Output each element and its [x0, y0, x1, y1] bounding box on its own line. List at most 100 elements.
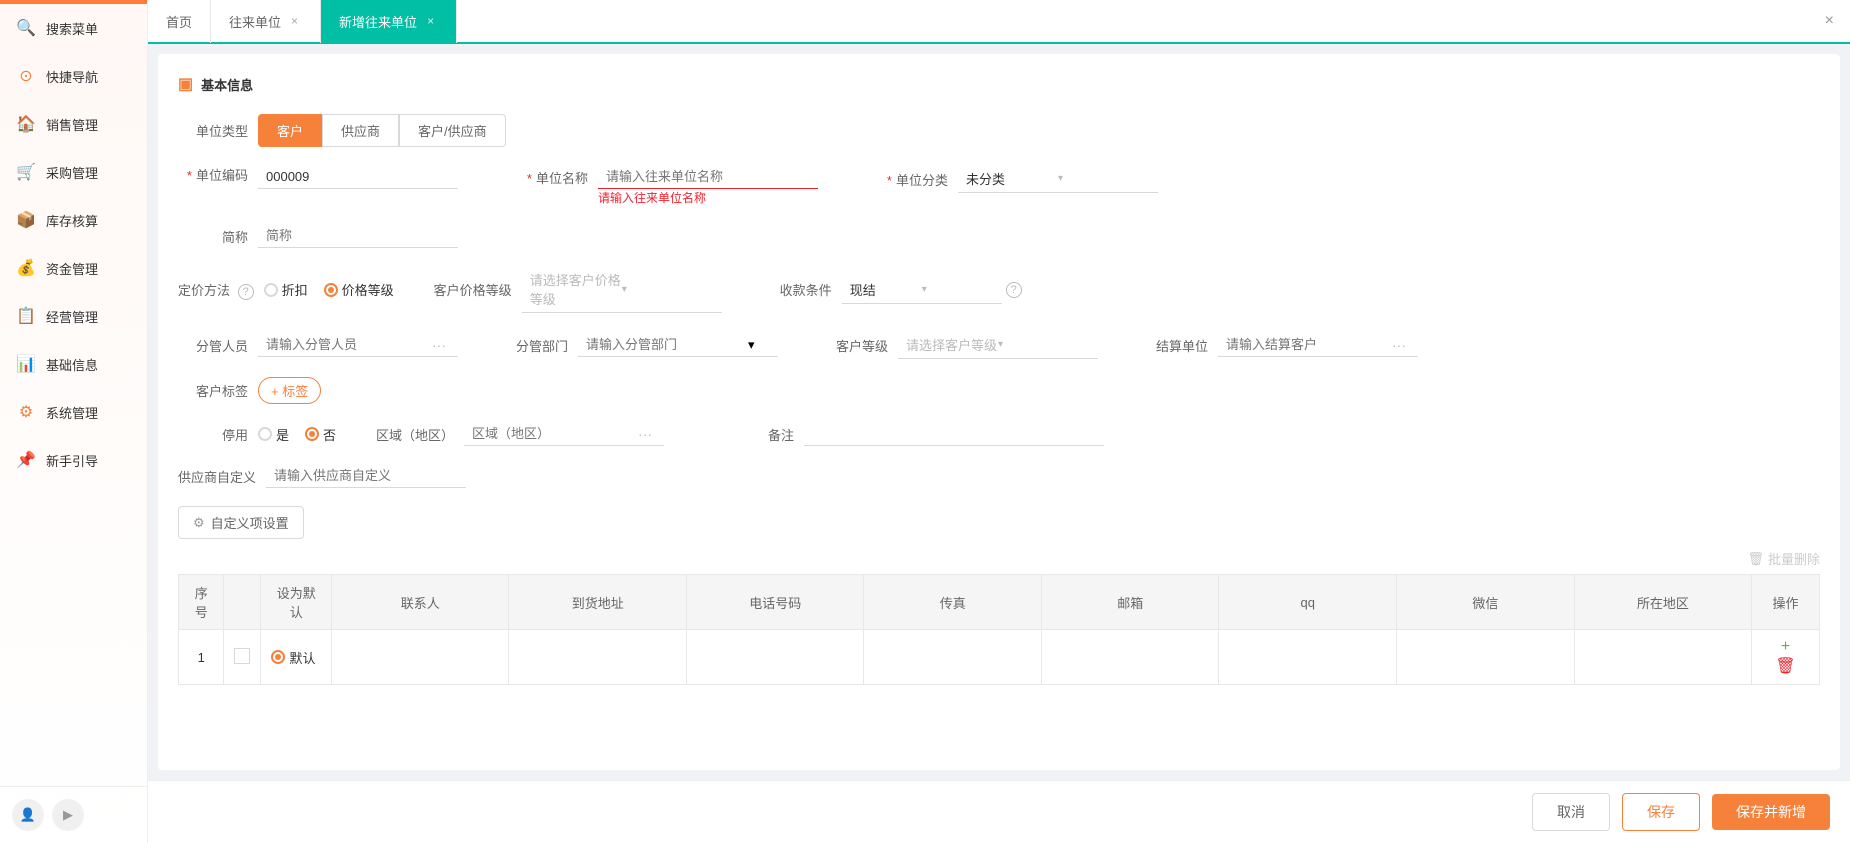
unit-type-supplier[interactable]: 供应商: [322, 114, 399, 147]
cell-phone[interactable]: [686, 630, 864, 685]
customer-level-select[interactable]: 请选择客户等级 ▾: [898, 331, 1098, 359]
pricing-radio-discount[interactable]: 折扣: [264, 280, 308, 299]
sidebar-item-finance[interactable]: 💰 资金管理: [0, 244, 147, 292]
sidebar-item-system[interactable]: ⚙ 系统管理: [0, 388, 147, 436]
department-input[interactable]: [578, 333, 748, 356]
tab-new-counterparty-close[interactable]: ×: [423, 12, 438, 30]
purchase-icon: 🛒: [16, 162, 36, 182]
cell-region[interactable]: [1574, 630, 1752, 685]
unit-category-select[interactable]: 未分类 ▾: [958, 165, 1158, 193]
sidebar-item-basic[interactable]: 📊 基础信息: [0, 340, 147, 388]
contact-input[interactable]: [342, 650, 499, 665]
sidebar-label-quick-nav: 快捷导航: [46, 67, 98, 86]
tag-label: 客户标签: [178, 381, 258, 400]
cell-address[interactable]: [509, 630, 687, 685]
payment-terms-select[interactable]: 现结 ▾: [842, 276, 1002, 304]
short-name-row: 简称: [178, 224, 1820, 248]
cell-fax[interactable]: [864, 630, 1042, 685]
address-input[interactable]: [519, 650, 676, 665]
add-row-button[interactable]: +: [1777, 638, 1794, 656]
sidebar-item-sales[interactable]: 🏠 销售管理: [0, 100, 147, 148]
col-region: 所在地区: [1574, 575, 1752, 630]
cell-contact[interactable]: [331, 630, 509, 685]
customer-price-select[interactable]: 请选择客户价格等级 ▾: [522, 266, 722, 313]
region-table-input[interactable]: [1585, 650, 1742, 665]
department-label: 分管部门: [498, 336, 578, 355]
save-new-button[interactable]: 保存并新增: [1712, 794, 1830, 830]
wechat-input[interactable]: [1407, 650, 1564, 665]
radio-circle-default: [271, 650, 285, 664]
unit-type-customer[interactable]: 客户: [258, 114, 322, 147]
sidebar-item-operations[interactable]: 📋 经营管理: [0, 292, 147, 340]
settlement-input[interactable]: [1218, 333, 1388, 356]
sidebar-bottom: 👤 ▶: [0, 786, 147, 843]
region-dots-icon[interactable]: ···: [634, 426, 656, 442]
tab-new-counterparty[interactable]: 新增往来单位 ×: [321, 0, 457, 43]
disabled-region-row: 停用 是 否 区域（地区） ··· 备注: [178, 422, 1820, 446]
delete-row-button[interactable]: 🗑: [1771, 656, 1799, 676]
col-phone: 电话号码: [686, 575, 864, 630]
disabled-radio-no[interactable]: 否: [305, 425, 336, 444]
unit-name-input[interactable]: [598, 165, 818, 189]
col-contact: 联系人: [331, 575, 509, 630]
cancel-button[interactable]: 取消: [1532, 793, 1610, 831]
cell-wechat[interactable]: [1397, 630, 1575, 685]
short-name-input[interactable]: [258, 224, 458, 248]
pricing-radio-level[interactable]: 价格等级: [324, 280, 394, 299]
custom-settings-button[interactable]: ⚙ 自定义项设置: [178, 506, 304, 539]
tab-home[interactable]: 首页: [148, 0, 211, 43]
settlement-dots-icon[interactable]: ···: [1388, 337, 1410, 353]
supplier-custom-row: 供应商自定义: [178, 464, 1820, 488]
unit-type-row: 单位类型 客户 供应商 客户/供应商: [178, 114, 1820, 147]
chevron-down-icon-2: ▾: [622, 284, 714, 295]
tab-counterparty[interactable]: 往来单位 ×: [211, 0, 321, 43]
payment-terms-help-icon[interactable]: ?: [1006, 282, 1022, 298]
manager-input[interactable]: [258, 333, 428, 356]
sidebar-item-purchase[interactable]: 🛒 采购管理: [0, 148, 147, 196]
sidebar-item-newbie[interactable]: 📌 新手引导: [0, 436, 147, 484]
batch-delete-button[interactable]: 🗑 批量删除: [1747, 549, 1820, 568]
sidebar-label-sales: 销售管理: [46, 115, 98, 134]
finance-icon: 💰: [16, 258, 36, 278]
sidebar-label-system: 系统管理: [46, 403, 98, 422]
newbie-icon: 📌: [16, 450, 36, 470]
unit-code-input[interactable]: [258, 165, 458, 189]
radio-circle-level: [324, 283, 338, 297]
cell-email[interactable]: [1041, 630, 1219, 685]
pricing-help-icon[interactable]: ?: [238, 284, 254, 300]
default-radio[interactable]: 默认: [271, 648, 321, 667]
tab-counterparty-close[interactable]: ×: [287, 12, 302, 30]
sidebar-item-search[interactable]: 🔍 搜索菜单: [0, 4, 147, 52]
region-input[interactable]: [464, 422, 634, 445]
tab-bar: 首页 往来单位 × 新增往来单位 × ×: [148, 0, 1850, 44]
pricing-label: 定价方法 ?: [178, 280, 264, 300]
manager-dots-icon[interactable]: ···: [428, 337, 450, 353]
sidebar-item-quick-nav[interactable]: ⊙ 快捷导航: [0, 52, 147, 100]
qq-input[interactable]: [1229, 650, 1386, 665]
table-row: 1 默认: [179, 630, 1820, 685]
disabled-label: 停用: [178, 425, 258, 444]
cell-qq[interactable]: [1219, 630, 1397, 685]
sidebar-item-inventory[interactable]: 📦 库存核算: [0, 196, 147, 244]
short-name-label: 简称: [178, 227, 258, 246]
unit-type-both[interactable]: 客户/供应商: [399, 114, 506, 147]
cell-checkbox[interactable]: [224, 630, 261, 685]
search-icon: 🔍: [16, 18, 36, 38]
email-input[interactable]: [1052, 650, 1209, 665]
sidebar-label-basic: 基础信息: [46, 355, 98, 374]
expand-icon[interactable]: ▶: [52, 799, 84, 831]
chevron-down-icon: ▾: [1058, 173, 1150, 184]
fax-input[interactable]: [874, 650, 1031, 665]
add-tag-button[interactable]: + 标签: [258, 377, 321, 404]
close-all-button[interactable]: ×: [1809, 12, 1850, 30]
disabled-radio-yes[interactable]: 是: [258, 425, 289, 444]
remark-label: 备注: [724, 425, 804, 444]
remark-input[interactable]: [804, 422, 1104, 446]
phone-input[interactable]: [697, 650, 854, 665]
row-checkbox[interactable]: [234, 648, 250, 664]
supplier-custom-input[interactable]: [266, 464, 466, 488]
region-label: 区域（地区）: [376, 425, 464, 444]
sidebar: 🔍 搜索菜单 ⊙ 快捷导航 🏠 销售管理 🛒 采购管理 📦 库存核算 💰 资金管…: [0, 0, 148, 843]
save-button[interactable]: 保存: [1622, 793, 1700, 831]
pricing-row: 定价方法 ? 折扣 价格等级 客户价格等级 请选择客户价格等级 ▾: [178, 266, 1820, 313]
